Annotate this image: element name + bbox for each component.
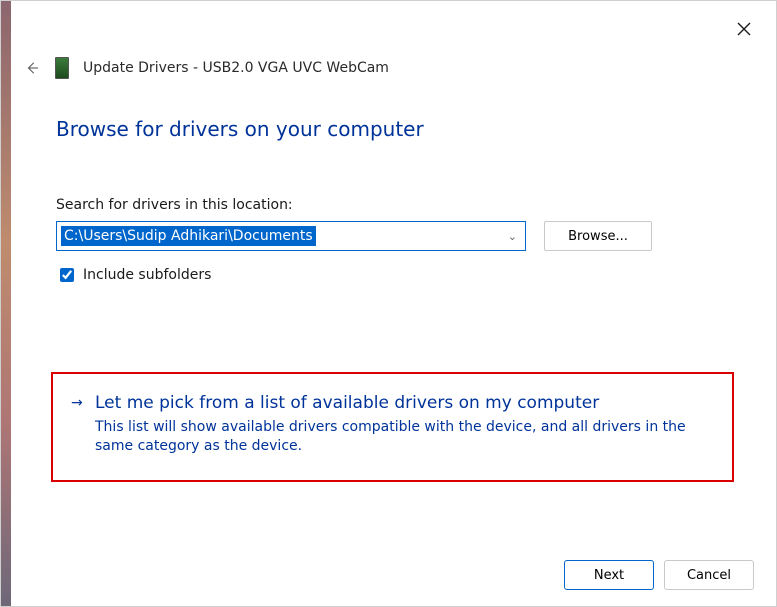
arrow-right-icon: → — [71, 392, 87, 414]
option-description: This list will show available drivers co… — [95, 418, 714, 456]
pick-from-list-option[interactable]: → Let me pick from a list of available d… — [51, 372, 734, 482]
arrow-left-icon — [25, 61, 39, 75]
chevron-down-icon: ⌄ — [508, 230, 517, 243]
path-row: C:\Users\Sudip Adhikari\Documents ⌄ Brow… — [56, 221, 736, 251]
browse-button[interactable]: Browse... — [544, 221, 652, 251]
back-button[interactable] — [23, 59, 41, 77]
close-button[interactable] — [734, 19, 754, 39]
include-subfolders-label: Include subfolders — [83, 267, 211, 283]
path-combobox[interactable]: C:\Users\Sudip Adhikari\Documents ⌄ — [56, 221, 526, 251]
footer-buttons: Next Cancel — [564, 560, 754, 590]
path-value: C:\Users\Sudip Adhikari\Documents — [61, 226, 316, 246]
dialog-title: Update Drivers - USB2.0 VGA UVC WebCam — [83, 60, 389, 76]
next-button[interactable]: Next — [564, 560, 654, 590]
device-icon — [55, 57, 69, 79]
include-subfolders-row[interactable]: Include subfolders — [56, 265, 736, 285]
include-subfolders-checkbox[interactable] — [60, 268, 74, 282]
header-bar: Update Drivers - USB2.0 VGA UVC WebCam — [23, 57, 389, 79]
desktop-edge — [1, 1, 11, 606]
cancel-button[interactable]: Cancel — [664, 560, 754, 590]
path-label: Search for drivers in this location: — [56, 197, 736, 213]
page-heading: Browse for drivers on your computer — [56, 117, 736, 141]
close-icon — [737, 22, 751, 36]
content-area: Browse for drivers on your computer Sear… — [56, 117, 736, 285]
option-title: Let me pick from a list of available dri… — [95, 392, 599, 414]
